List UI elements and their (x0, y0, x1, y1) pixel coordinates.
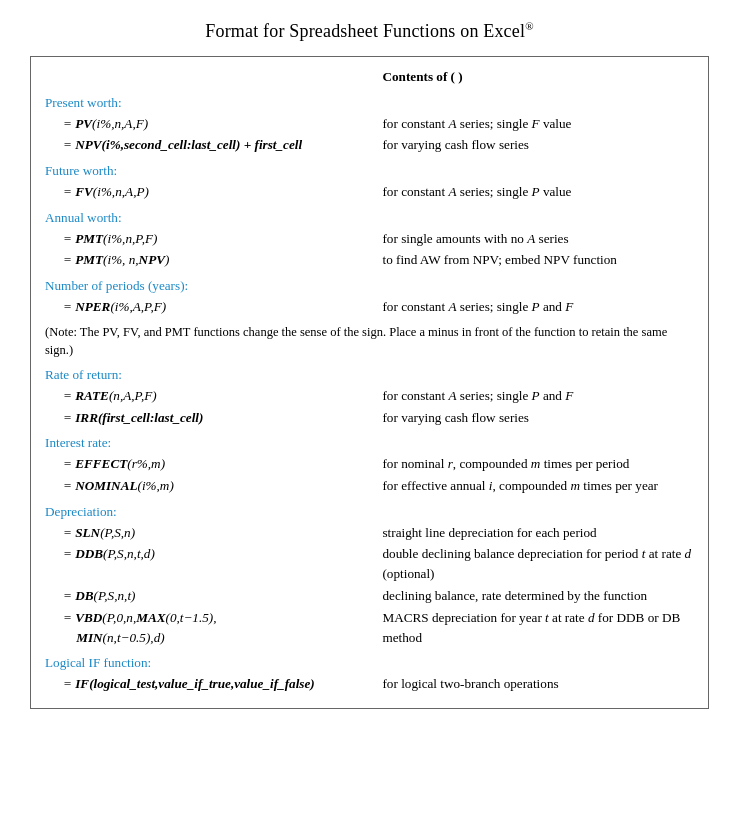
row-fv: = FV(i%,n,A,P) for constant A series; si… (45, 182, 694, 202)
section-label-present-worth: Present worth: (45, 93, 694, 113)
section-label-future-worth: Future worth: (45, 161, 694, 181)
row-irr: = IRR(first_cell:last_cell) for varying … (45, 408, 694, 428)
section-label-nper: Number of periods (years): (45, 276, 694, 296)
page-title: Format for Spreadsheet Functions on Exce… (205, 20, 533, 42)
formula-rate: = RATE(n,A,P,F) (45, 386, 382, 406)
row-pmt2: = PMT(i%, n,NPV) to find AW from NPV; em… (45, 250, 694, 270)
desc-vbd: MACRS depreciation for year t at rate d … (382, 608, 694, 648)
desc-irr: for varying cash flow series (382, 408, 694, 428)
section-depreciation: Depreciation: = SLN(P,S,n) straight line… (45, 502, 694, 648)
desc-ddb: double declining balance depreciation fo… (382, 544, 694, 584)
section-present-worth: Present worth: = PV(i%,n,A,F) for consta… (45, 93, 694, 155)
section-label-interest: Interest rate: (45, 433, 694, 453)
desc-effect: for nominal r, compounded m times per pe… (382, 454, 694, 474)
row-sln: = SLN(P,S,n) straight line depreciation … (45, 523, 694, 543)
formula-irr: = IRR(first_cell:last_cell) (45, 408, 382, 428)
desc-rate: for constant A series; single P and F (382, 386, 694, 406)
row-nper: = NPER(i%,A,P,F) for constant A series; … (45, 297, 694, 317)
desc-pv: for constant A series; single F value (382, 114, 694, 134)
formula-pmt2: = PMT(i%, n,NPV) (45, 250, 382, 270)
formula-fv: = FV(i%,n,A,P) (45, 182, 382, 202)
section-logical-if: Logical IF function: = IF(logical_test,v… (45, 653, 694, 694)
section-label-annual-worth: Annual worth: (45, 208, 694, 228)
section-label-logical-if: Logical IF function: (45, 653, 694, 673)
row-nominal: = NOMINAL(i%,m) for effective annual i, … (45, 476, 694, 496)
formula-pmt1: = PMT(i%,n,P,F) (45, 229, 382, 249)
desc-npv: for varying cash flow series (382, 135, 694, 155)
formula-nominal: = NOMINAL(i%,m) (45, 476, 382, 496)
desc-pmt1: for single amounts with no A series (382, 229, 694, 249)
desc-pmt2: to find AW from NPV; embed NPV function (382, 250, 694, 270)
title-superscript: ® (525, 20, 534, 32)
desc-nominal: for effective annual i, compounded m tim… (382, 476, 694, 496)
desc-sln: straight line depreciation for each peri… (382, 523, 694, 543)
header-right: Contents of ( ) (382, 67, 694, 87)
row-vbd: = VBD(P,0,n,MAX(0,t−1.5), MIN(n,t−0.5),d… (45, 608, 694, 648)
section-label-ror: Rate of return: (45, 365, 694, 385)
row-npv: = NPV(i%,second_cell:last_cell) + first_… (45, 135, 694, 155)
formula-effect: = EFFECT(r%,m) (45, 454, 382, 474)
row-rate: = RATE(n,A,P,F) for constant A series; s… (45, 386, 694, 406)
formula-pv: = PV(i%,n,A,F) (45, 114, 382, 134)
section-interest-rate: Interest rate: = EFFECT(r%,m) for nomina… (45, 433, 694, 495)
formula-ddb: = DDB(P,S,n,t,d) (45, 544, 382, 564)
main-content-box: Contents of ( ) Present worth: = PV(i%,n… (30, 56, 709, 709)
formula-db: = DB(P,S,n,t) (45, 586, 382, 606)
formula-vbd: = VBD(P,0,n,MAX(0,t−1.5), MIN(n,t−0.5),d… (45, 608, 382, 648)
row-db: = DB(P,S,n,t) declining balance, rate de… (45, 586, 694, 606)
row-pv: = PV(i%,n,A,F) for constant A series; si… (45, 114, 694, 134)
section-annual-worth: Annual worth: = PMT(i%,n,P,F) for single… (45, 208, 694, 270)
desc-nper: for constant A series; single P and F (382, 297, 694, 317)
formula-if: = IF(logical_test,value_if_true,value_if… (45, 674, 382, 694)
title-text: Format for Spreadsheet Functions on Exce… (205, 21, 525, 41)
row-if: = IF(logical_test,value_if_true,value_if… (45, 674, 694, 694)
formula-npv: = NPV(i%,second_cell:last_cell) + first_… (45, 135, 382, 155)
desc-db: declining balance, rate determined by th… (382, 586, 694, 606)
section-nper: Number of periods (years): = NPER(i%,A,P… (45, 276, 694, 317)
section-label-depreciation: Depreciation: (45, 502, 694, 522)
formula-nper: = NPER(i%,A,P,F) (45, 297, 382, 317)
column-headers: Contents of ( ) (45, 67, 694, 87)
header-left (45, 67, 382, 87)
formula-sln: = SLN(P,S,n) (45, 523, 382, 543)
row-ddb: = DDB(P,S,n,t,d) double declining balanc… (45, 544, 694, 584)
desc-if: for logical two-branch operations (382, 674, 694, 694)
section-rate-of-return: Rate of return: = RATE(n,A,P,F) for cons… (45, 365, 694, 427)
note-text: (Note: The PV, FV, and PMT functions cha… (45, 323, 694, 359)
desc-fv: for constant A series; single P value (382, 182, 694, 202)
row-pmt1: = PMT(i%,n,P,F) for single amounts with … (45, 229, 694, 249)
section-future-worth: Future worth: = FV(i%,n,A,P) for constan… (45, 161, 694, 202)
row-effect: = EFFECT(r%,m) for nominal r, compounded… (45, 454, 694, 474)
